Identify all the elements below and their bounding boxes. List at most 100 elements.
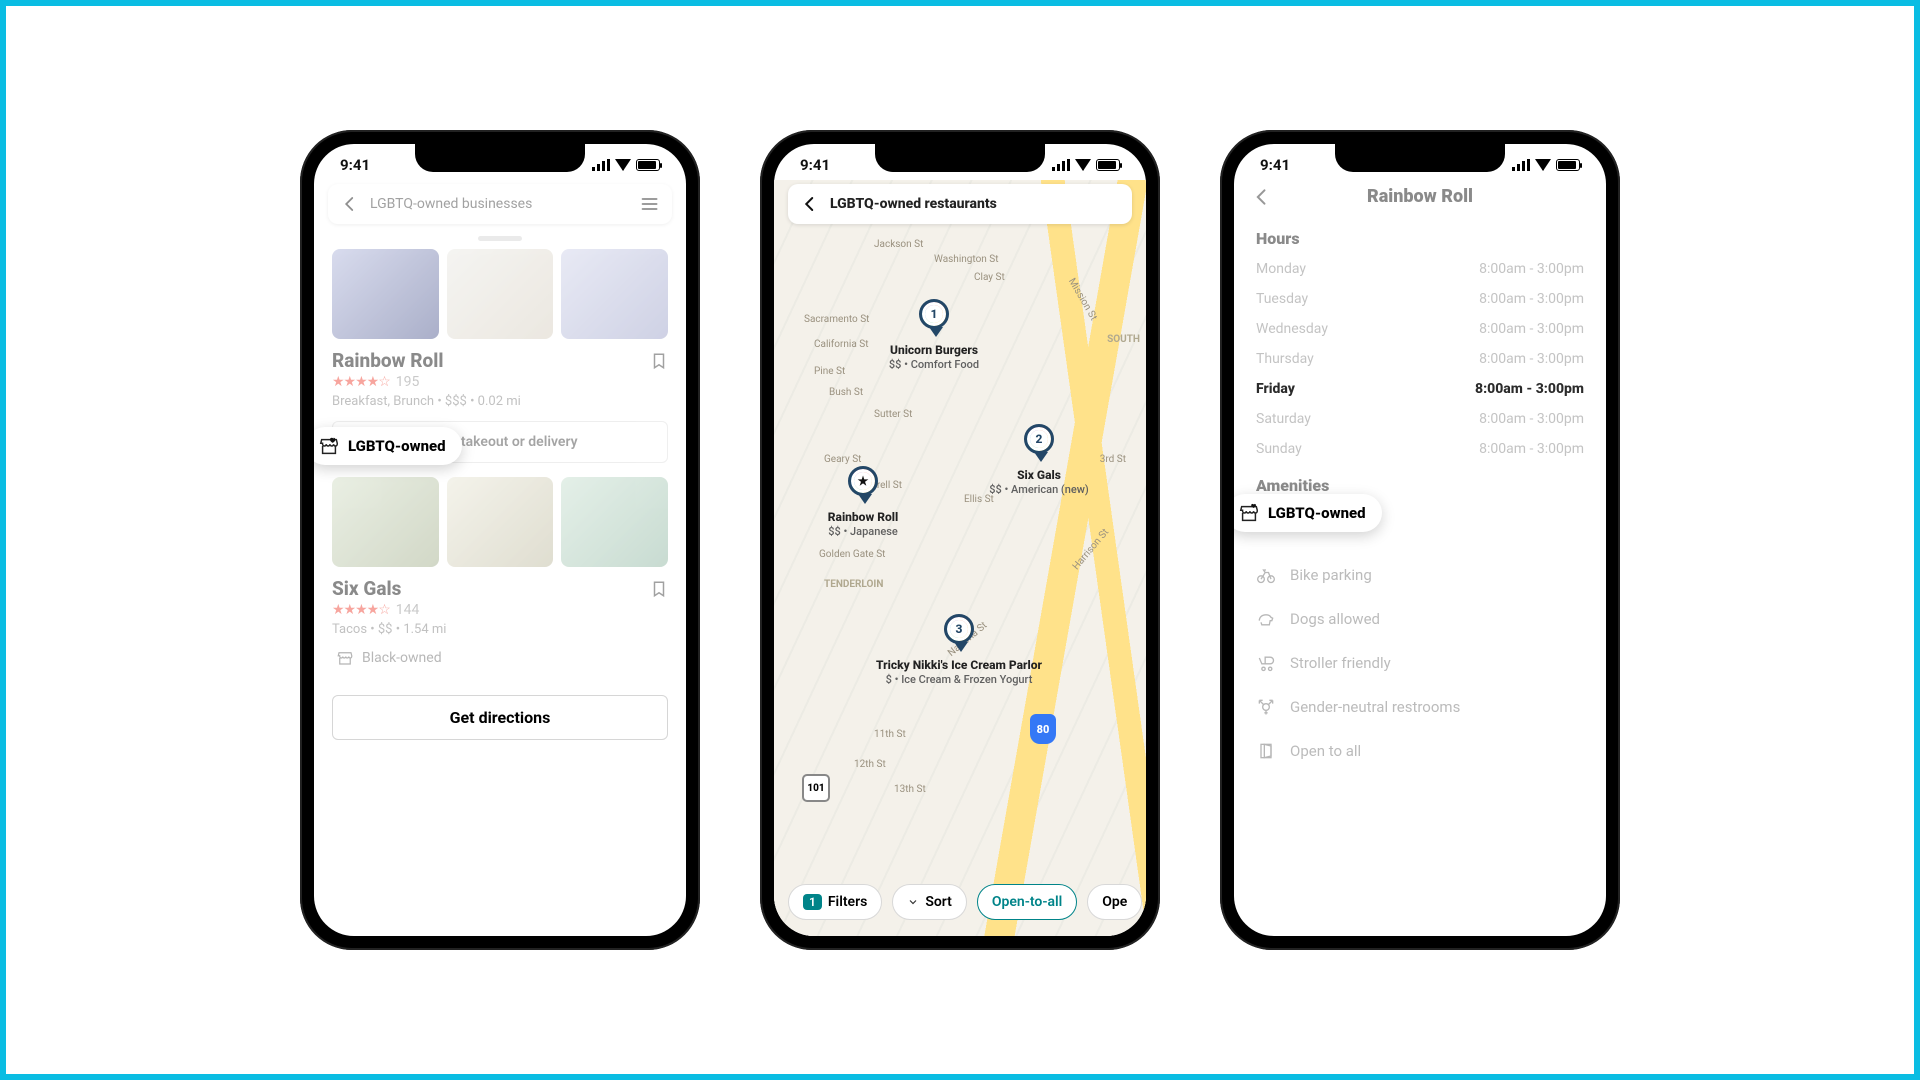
amenity-label: Open to all (1290, 742, 1361, 760)
lgbtq-owned-pill: LGBTQ-owned (314, 427, 462, 465)
bookmark-icon[interactable] (650, 578, 668, 600)
hours-heading: Hours (1234, 217, 1606, 254)
clock: 9:41 (800, 156, 830, 174)
cell-signal-icon (1512, 159, 1530, 171)
phone-list-view: 9:41 LGBTQ-owned businesses (300, 130, 700, 950)
chip-label: Filters (828, 894, 867, 910)
hours-row-today: Friday8:00am - 3:00pm (1234, 374, 1606, 404)
page-title: Rainbow Roll (1286, 186, 1554, 207)
street-label: Golden Gate St (819, 549, 885, 560)
amenity-row: Bike parking (1234, 553, 1606, 597)
chip-label: Black-owned (362, 650, 442, 666)
street-label: 12th St (854, 759, 886, 770)
black-owned-chip: Black-owned (332, 643, 668, 673)
battery-icon (1096, 159, 1120, 171)
door-open-icon (1256, 741, 1276, 761)
map-pin-2[interactable]: 2 Six Gals$$ • American (new) (1024, 424, 1058, 466)
pin-subtitle: $ • Ice Cream & Frozen Yogurt (886, 673, 1033, 686)
bike-icon (1256, 565, 1276, 585)
district-label: SOUTH (1107, 334, 1140, 345)
cell-signal-icon (1052, 159, 1070, 171)
rating-stars: ★★★★☆195 (332, 374, 668, 390)
pin-title: Tricky Nikki's Ice Cream Parlor (876, 658, 1042, 672)
bookmark-icon[interactable] (650, 350, 668, 372)
stroller-icon (1256, 653, 1276, 673)
pin-number: 2 (1030, 430, 1048, 448)
photo-thumbnail[interactable] (447, 249, 554, 339)
pin-title: Unicorn Burgers (890, 343, 978, 357)
us-route-shield-icon: 101 (802, 774, 830, 802)
amenity-label: Dogs allowed (1290, 610, 1380, 628)
list-toggle-icon[interactable] (640, 194, 660, 214)
phone-map-view: 9:41 Jackson St Washington St Clay St Sa… (760, 130, 1160, 950)
cell-signal-icon (592, 159, 610, 171)
photo-thumbnail[interactable] (561, 249, 668, 339)
notch (1335, 144, 1505, 172)
map-pin-3[interactable]: 3 Tricky Nikki's Ice Cream Parlor$ • Ice… (944, 614, 978, 656)
business-title: Six Gals (332, 577, 668, 600)
back-arrow-icon[interactable] (800, 194, 820, 214)
hours-row: Wednesday8:00am - 3:00pm (1234, 314, 1606, 344)
amenity-row: Dogs allowed (1234, 597, 1606, 641)
filter-count-badge: 1 (803, 894, 822, 910)
battery-icon (1556, 159, 1580, 171)
get-directions-button[interactable]: Get directions (332, 695, 668, 740)
pin-title: Rainbow Roll (828, 510, 898, 524)
map-pin-1[interactable]: 1 Unicorn Burgers$$ • Comfort Food (919, 299, 953, 341)
phone-detail-view: 9:41 Rainbow Roll Hours Monday8:00am - 3… (1220, 130, 1620, 950)
interstate-shield-icon: 80 (1030, 714, 1056, 744)
street-label: 3rd St (1100, 454, 1126, 465)
wifi-icon (615, 159, 631, 171)
hours-row: Tuesday8:00am - 3:00pm (1234, 284, 1606, 314)
amenity-row: Open to all (1234, 729, 1606, 773)
back-arrow-icon[interactable] (340, 194, 360, 214)
review-count: 195 (396, 374, 420, 390)
street-label: Sutter St (874, 409, 912, 420)
detail-header: Rainbow Roll (1234, 180, 1606, 217)
rating-stars: ★★★★☆144 (332, 602, 668, 618)
notch (415, 144, 585, 172)
filters-chip[interactable]: 1 Filters (788, 884, 882, 920)
sort-chip[interactable]: Sort (892, 884, 967, 920)
storefront-heart-icon (318, 435, 340, 457)
review-count: 144 (396, 602, 420, 618)
back-arrow-icon[interactable] (1252, 187, 1272, 207)
search-text: LGBTQ-owned restaurants (830, 196, 997, 212)
amenity-row: Gender-neutral restrooms (1234, 685, 1606, 729)
search-bar[interactable]: LGBTQ-owned businesses (328, 184, 672, 224)
pill-label: LGBTQ-owned (348, 437, 446, 455)
street-label: Geary St (824, 454, 861, 465)
star-icon: ★ (854, 472, 872, 490)
street-label: Sacramento St (804, 314, 869, 325)
result-card-2[interactable]: Six Gals ★★★★☆144 Tacos • $$ • 1.54 mi B… (314, 477, 686, 687)
open-to-all-chip[interactable]: Open-to-all (977, 884, 1077, 920)
hours-row: Monday8:00am - 3:00pm (1234, 254, 1606, 284)
amenity-label: Stroller friendly (1290, 654, 1391, 672)
street-label: Jackson St (874, 239, 923, 250)
street-label: 11th St (874, 729, 906, 740)
photo-thumbnail[interactable] (447, 477, 554, 567)
transgender-icon (1256, 697, 1276, 717)
notch (875, 144, 1045, 172)
wifi-icon (1075, 159, 1091, 171)
chip-label: Sort (925, 894, 952, 910)
photo-thumbnail[interactable] (332, 249, 439, 339)
lgbtq-owned-pill: LGBTQ-owned (1234, 494, 1382, 532)
amenity-row: Stroller friendly (1234, 641, 1606, 685)
street-label: Washington St (934, 254, 998, 265)
pin-number: 3 (950, 620, 968, 638)
pin-subtitle: $$ • American (new) (989, 483, 1089, 496)
storefront-heart-icon (336, 649, 354, 667)
photo-thumbnail[interactable] (561, 477, 668, 567)
business-title: Rainbow Roll (332, 349, 668, 372)
search-text: LGBTQ-owned businesses (370, 196, 532, 212)
hours-row: Sunday8:00am - 3:00pm (1234, 434, 1606, 464)
street-label: Bush St (829, 387, 863, 398)
search-bar[interactable]: LGBTQ-owned restaurants (788, 184, 1132, 224)
street-label: Clay St (974, 272, 1005, 283)
sheet-drag-handle[interactable] (478, 236, 522, 241)
map-pin-saved[interactable]: ★ Rainbow Roll$$ • Japanese (848, 466, 882, 508)
battery-icon (636, 159, 660, 171)
filter-chip-overflow[interactable]: Ope (1087, 884, 1142, 920)
photo-thumbnail[interactable] (332, 477, 439, 567)
